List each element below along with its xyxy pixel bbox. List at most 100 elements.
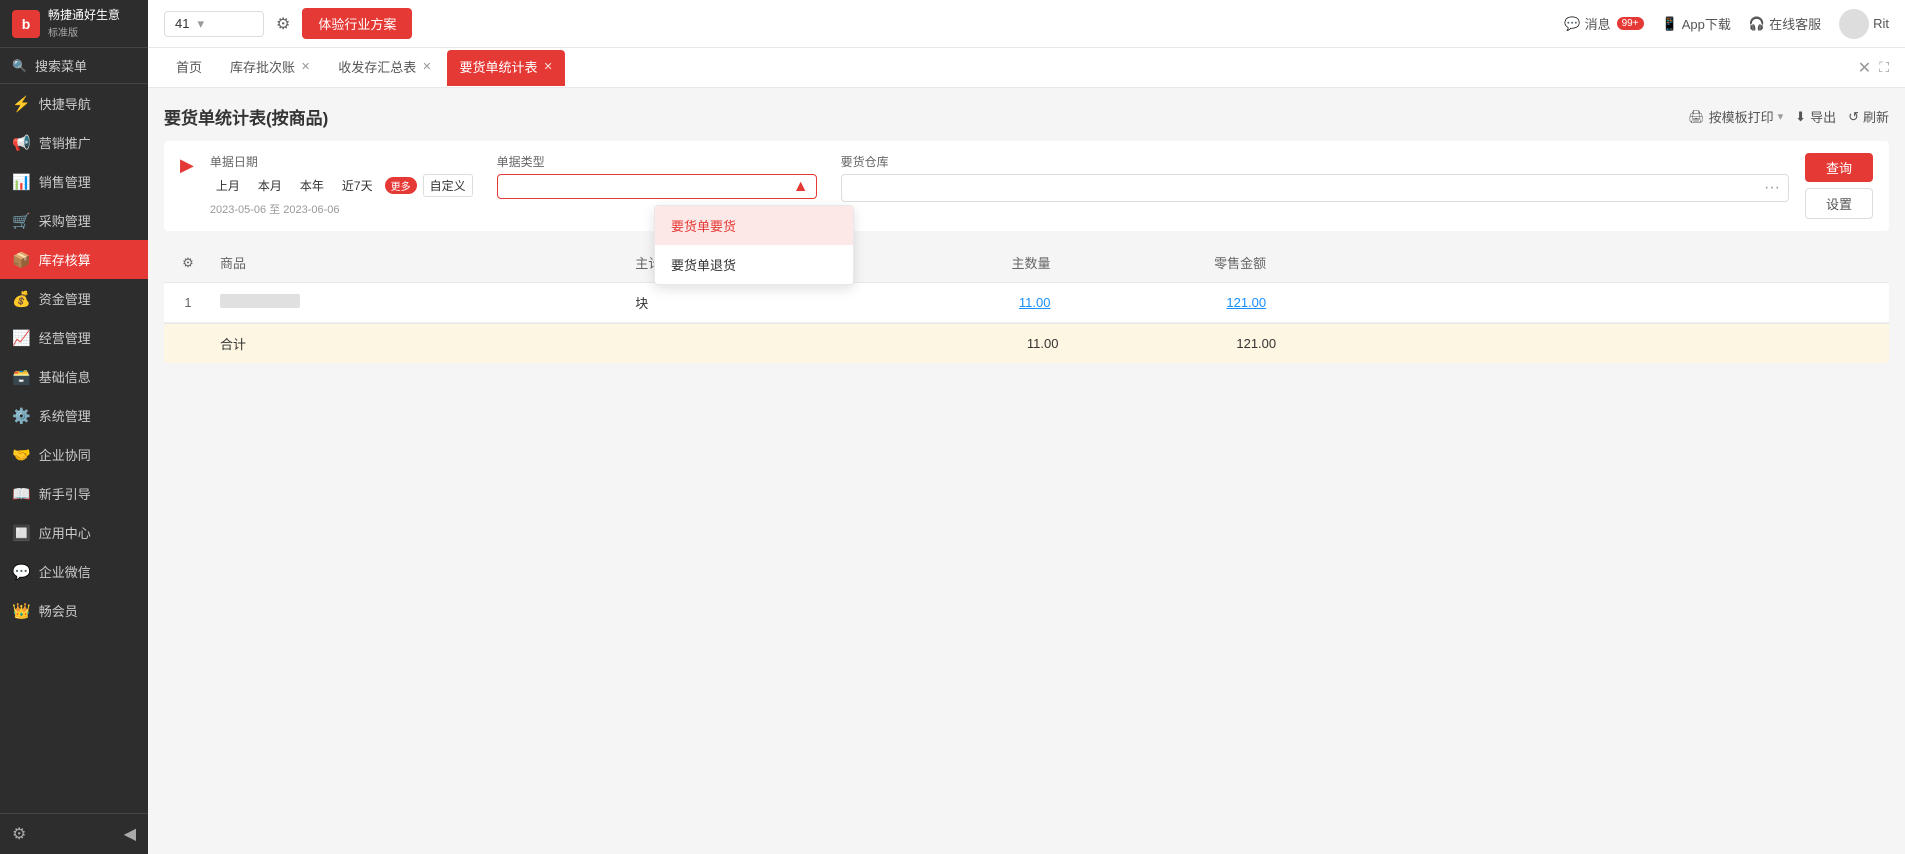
sidebar-item-wechat[interactable]: 💬企业微信 xyxy=(0,552,148,591)
sidebar-item-finance[interactable]: 💰 资金管理 xyxy=(0,279,148,318)
sidebar-icon-finance: 💰 xyxy=(12,290,31,308)
warehouse-filter-label: 要货仓库 xyxy=(841,153,1789,170)
warehouse-input-wrap: ··· xyxy=(841,174,1789,202)
sidebar-icon-appstore: 🔲 xyxy=(12,524,31,542)
topbar-left: 41 ▾ ⚙ 体验行业方案 xyxy=(164,8,412,39)
export-icon: ⬇ xyxy=(1795,109,1806,125)
sidebar-item-operation[interactable]: 📈经营管理 xyxy=(0,318,148,357)
tab-order-stats[interactable]: 要货单统计表 ✕ xyxy=(447,50,564,86)
date-range-text: 2023-05-06 至 2023-06-06 xyxy=(210,201,473,217)
td-no-0: 1 xyxy=(164,285,212,320)
td-product-0 xyxy=(212,284,627,321)
sidebar-item-guide[interactable]: 📖新手引导 xyxy=(0,474,148,513)
search-menu[interactable]: 🔍 搜索菜单 xyxy=(0,48,148,84)
msg-action[interactable]: 💬 消息 99+ xyxy=(1564,14,1643,33)
data-table: ⚙ 商品 主计量单位 主数量 零售金额 1 块 11.00 121.00 合计 … xyxy=(164,243,1889,363)
date-prev-month[interactable]: 上月 xyxy=(210,175,246,196)
sidebar-icon-sales: 📊 xyxy=(12,173,31,191)
online-service-action[interactable]: 🎧 在线客服 xyxy=(1749,14,1821,33)
settings-icon[interactable]: ⚙ xyxy=(12,824,26,844)
sidebar-item-enterprise[interactable]: 🤝企业协同 xyxy=(0,435,148,474)
sidebar-label-enterprise: 企业协同 xyxy=(39,445,91,464)
sidebar-label-marketing: 营销推广 xyxy=(39,133,91,152)
sidebar-label-base: 基础信息 xyxy=(39,367,91,386)
sidebar-label-sales: 销售管理 xyxy=(39,172,91,191)
app-download-action[interactable]: 📱 App下载 xyxy=(1662,14,1731,33)
sidebar-item-appstore[interactable]: 🔲应用中心 xyxy=(0,513,148,552)
date-custom[interactable]: 自定义 xyxy=(423,174,473,197)
expand-icon[interactable]: ⛶ xyxy=(1879,59,1889,76)
collapse-icon[interactable]: ◀ xyxy=(124,824,136,844)
warehouse-dots-icon[interactable]: ··· xyxy=(1764,179,1780,197)
filter-expand-btn[interactable]: ▶ xyxy=(180,155,194,176)
table-header: ⚙ 商品 主计量单位 主数量 零售金额 xyxy=(164,243,1889,283)
selector-arrow-icon: ▾ xyxy=(197,16,204,32)
sidebar-item-inventory[interactable]: 📦库存核算 xyxy=(0,240,148,279)
sidebar-footer: ⚙ ◀ xyxy=(0,813,148,854)
td-amount-0[interactable]: 121.00 xyxy=(1059,285,1275,320)
th-settings[interactable]: ⚙ xyxy=(164,245,212,281)
service-label: 在线客服 xyxy=(1769,14,1821,33)
tab-close-batch[interactable]: ✕ xyxy=(301,60,310,73)
close-all-icon[interactable]: ✕ xyxy=(1858,58,1871,78)
service-icon: 🎧 xyxy=(1749,16,1765,32)
tabs-bar: 首页库存批次账✕收发存汇总表✕ 要货单统计表 ✕ ✕ ⛶ xyxy=(148,48,1905,88)
sidebar-icon-guide: 📖 xyxy=(12,485,31,503)
tab-batch[interactable]: 库存批次账✕ xyxy=(218,50,322,86)
td-unit-0: 块 xyxy=(627,283,843,322)
sidebar-icon-purchase: 🛒 xyxy=(12,212,31,230)
refresh-icon: ↺ xyxy=(1848,109,1859,125)
query-btn[interactable]: 查询 xyxy=(1805,153,1873,182)
sidebar-item-marketing[interactable]: 📢 营销推广 xyxy=(0,123,148,162)
sidebar-label-operation: 经营管理 xyxy=(39,328,91,347)
sidebar-item-quick-nav[interactable]: ⚡快捷导航 xyxy=(0,84,148,123)
export-btn[interactable]: ⬇ 导出 xyxy=(1795,107,1836,126)
sidebar-label-finance: 资金管理 xyxy=(39,289,91,308)
tab-close-summary[interactable]: ✕ xyxy=(422,60,431,73)
filter-dates: 上月 本月 本年 近7天 更多 自定义 xyxy=(210,174,473,197)
trial-btn[interactable]: 体验行业方案 xyxy=(302,8,412,39)
user-avatar xyxy=(1839,9,1869,39)
date-last7days[interactable]: 近7天 xyxy=(336,175,379,196)
logo-sub: 标准版 xyxy=(48,24,120,39)
setup-btn[interactable]: 设置 xyxy=(1805,188,1873,219)
dropdown-item-order-goods[interactable]: 要货单要货 xyxy=(655,206,853,245)
print-btn[interactable]: 🖨 按模板打印 ▾ xyxy=(1688,107,1783,126)
refresh-btn[interactable]: ↺ 刷新 xyxy=(1848,107,1889,126)
page-title: 要货单统计表(按商品) xyxy=(164,104,328,129)
tab-home[interactable]: 首页 xyxy=(164,50,214,86)
topbar-gear-icon[interactable]: ⚙ xyxy=(276,14,290,34)
td-rest-0 xyxy=(1274,293,1889,313)
sidebar-icon-quick-nav: ⚡ xyxy=(12,95,31,113)
sidebar-item-system[interactable]: ⚙️系统管理 xyxy=(0,396,148,435)
tab-summary[interactable]: 收发存汇总表✕ xyxy=(326,50,443,86)
type-input[interactable] xyxy=(497,174,817,199)
date-curr-month[interactable]: 本月 xyxy=(252,175,288,196)
msg-badge: 99+ xyxy=(1617,17,1644,30)
sidebar-icon-marketing: 📢 xyxy=(12,134,31,152)
sidebar-item-purchase[interactable]: 🛒采购管理 xyxy=(0,201,148,240)
company-selector[interactable]: 41 ▾ xyxy=(164,11,264,37)
warehouse-input[interactable] xyxy=(850,181,1764,196)
tab-label-home: 首页 xyxy=(176,57,202,76)
th-qty: 主数量 xyxy=(843,243,1059,282)
td-qty-0[interactable]: 11.00 xyxy=(843,285,1059,320)
type-dropdown: 要货单要货 要货单退货 xyxy=(654,205,854,285)
type-dropdown-arrow[interactable]: ▲ xyxy=(793,178,809,196)
filter-buttons: 查询 设置 xyxy=(1805,153,1873,219)
sidebar-item-member[interactable]: 👑畅会员 xyxy=(0,591,148,630)
dropdown-item-order-return[interactable]: 要货单退货 xyxy=(655,245,853,284)
sidebar-item-sales[interactable]: 📊 销售管理 xyxy=(0,162,148,201)
page-header: 要货单统计表(按商品) 🖨 按模板打印 ▾ ⬇ 导出 ↺ 刷新 xyxy=(164,104,1889,129)
date-more-badge[interactable]: 更多 xyxy=(385,177,417,194)
sidebar-icon-member: 👑 xyxy=(12,602,31,620)
tab-label-order-stats: 要货单统计表 xyxy=(459,57,537,76)
page-content: 要货单统计表(按商品) 🖨 按模板打印 ▾ ⬇ 导出 ↺ 刷新 ▶ xyxy=(148,88,1905,854)
logo-text: 畅捷通好生意 标准版 xyxy=(48,8,120,39)
user-profile[interactable]: Rit xyxy=(1839,9,1889,39)
search-icon: 🔍 xyxy=(12,59,27,73)
sidebar-item-base[interactable]: 🗃️基础信息 xyxy=(0,357,148,396)
tab-close-order-stats[interactable]: ✕ xyxy=(544,60,553,73)
date-curr-year[interactable]: 本年 xyxy=(294,175,330,196)
main-area: 41 ▾ ⚙ 体验行业方案 💬 消息 99+ 📱 App下载 🎧 在线客服 xyxy=(148,0,1905,854)
